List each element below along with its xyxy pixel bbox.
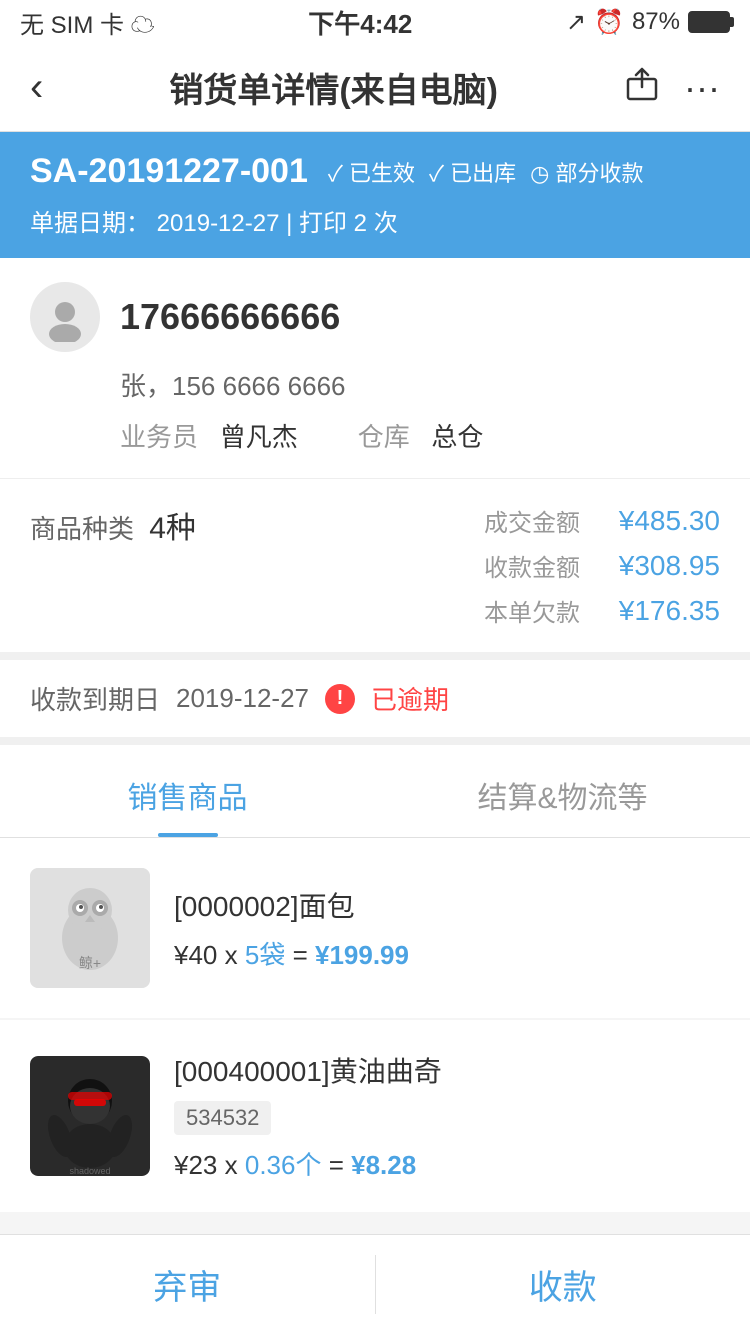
product-info-1: [0000002]面包 ¥40 x 5袋 = ¥199.99	[174, 885, 720, 972]
bottom-bar: 弃审 收款	[0, 1234, 750, 1334]
debt-value: ¥176.35	[600, 595, 720, 627]
stats-section: 商品种类 4种 成交金额 ¥485.30 收款金额 ¥308.95 本单欠款 ¥…	[0, 479, 750, 660]
cancel-button[interactable]: 弃审	[0, 1235, 375, 1334]
more-icon[interactable]: ···	[684, 67, 720, 109]
order-header: SA-20191227-001 ✓ 已生效 ✓ 已出库 ◷ 部分收款 单据日期：…	[0, 132, 750, 258]
back-button[interactable]: ‹	[30, 65, 43, 110]
nav-bar: ‹ 销货单详情(来自电脑) ···	[0, 44, 750, 132]
nav-actions: ···	[624, 65, 720, 110]
badge-shipped: ✓ 已出库	[429, 156, 516, 188]
deal-amount-row: 成交金额 ¥485.30	[484, 503, 720, 538]
badge-active: ✓ 已生效	[328, 156, 415, 188]
product-qty-1: 5袋	[245, 940, 285, 970]
avatar	[30, 282, 100, 352]
deal-amount-label: 成交金额	[484, 503, 580, 538]
customer-row: 17666666666	[30, 282, 720, 352]
received-value: ¥308.95	[600, 550, 720, 582]
financial-stats: 成交金额 ¥485.30 收款金额 ¥308.95 本单欠款 ¥176.35	[484, 503, 720, 628]
product-thumb-2: shadowed	[30, 1056, 150, 1176]
debt-label: 本单欠款	[484, 593, 580, 628]
product-total-1: ¥199.99	[315, 940, 409, 970]
due-date-label: 收款到期日	[30, 680, 160, 717]
product-name-2: [000400001]黄油曲奇	[174, 1050, 720, 1090]
order-id: SA-20191227-001	[30, 152, 308, 191]
location-icon: ↗	[566, 8, 586, 37]
product-name-1: [0000002]面包	[174, 885, 720, 925]
salesman-label: 业务员	[120, 422, 198, 452]
product-thumb-1: 鲸+	[30, 868, 150, 988]
customer-meta: 业务员 曾凡杰 仓库 总仓	[30, 417, 720, 454]
alarm-icon: ⏰	[594, 8, 624, 37]
salesman-value: 曾凡杰	[220, 422, 298, 452]
warehouse-label: 仓库	[358, 422, 410, 452]
status-bar: 无 SIM 卡 ☁ 下午4:42 ↗ ⏰ 87%	[0, 0, 750, 44]
status-time: 下午4:42	[308, 4, 412, 41]
tab-settlement[interactable]: 结算&物流等	[375, 745, 750, 837]
status-right: ↗ ⏰ 87%	[566, 8, 730, 37]
share-icon[interactable]	[624, 65, 660, 110]
status-badges: ✓ 已生效 ✓ 已出库 ◷ 部分收款	[328, 156, 644, 188]
svg-text:鲸+: 鲸+	[79, 955, 101, 971]
tab-bar: 销售商品 结算&物流等	[0, 745, 750, 838]
product-price-1: ¥40 x 5袋 = ¥199.99	[174, 935, 720, 972]
deal-amount-value: ¥485.30	[600, 505, 720, 537]
status-left: 无 SIM 卡 ☁	[20, 5, 155, 40]
sim-status: 无 SIM 卡 ☁	[20, 5, 155, 40]
battery-level: 87%	[632, 8, 680, 36]
overdue-icon: !	[325, 684, 355, 714]
product-total-2: ¥8.28	[351, 1150, 416, 1180]
customer-section: 17666666666 张，156 6666 6666 业务员 曾凡杰 仓库 总…	[0, 258, 750, 479]
customer-contact: 张，156 6666 6666	[30, 366, 720, 403]
product-price-2: ¥23 x 0.36个 = ¥8.28	[174, 1145, 720, 1182]
product-item-1: 鲸+ [0000002]面包 ¥40 x 5袋 = ¥199.99	[0, 838, 750, 1018]
badge-partial: ◷ 部分收款	[530, 156, 643, 188]
due-date-value: 2019-12-27	[176, 683, 309, 714]
order-date: 单据日期： 2019-12-27 | 打印 2 次	[30, 203, 720, 238]
svg-text:shadowed: shadowed	[69, 1166, 110, 1176]
due-date-section: 收款到期日 2019-12-27 ! 已逾期	[0, 660, 750, 745]
overdue-text: 已逾期	[371, 680, 449, 717]
page-title: 销货单详情(来自电脑)	[169, 63, 498, 112]
warehouse-value: 总仓	[431, 422, 483, 452]
confirm-button[interactable]: 收款	[376, 1235, 750, 1334]
product-type-count: 商品种类 4种	[30, 503, 196, 547]
product-info-2: [000400001]黄油曲奇 534532 ¥23 x 0.36个 = ¥8.…	[174, 1050, 720, 1182]
received-label: 收款金额	[484, 548, 580, 583]
customer-id: 17666666666	[120, 296, 340, 338]
tab-products[interactable]: 销售商品	[0, 745, 375, 837]
product-tag-2: 534532	[174, 1101, 271, 1135]
product-list: 鲸+ [0000002]面包 ¥40 x 5袋 = ¥199.99	[0, 838, 750, 1212]
debt-row: 本单欠款 ¥176.35	[484, 593, 720, 628]
product-item-2: shadowed [000400001]黄油曲奇 534532 ¥23 x 0.…	[0, 1020, 750, 1212]
battery-icon	[688, 11, 730, 33]
product-qty-2: 0.36个	[245, 1150, 322, 1180]
received-amount-row: 收款金额 ¥308.95	[484, 548, 720, 583]
